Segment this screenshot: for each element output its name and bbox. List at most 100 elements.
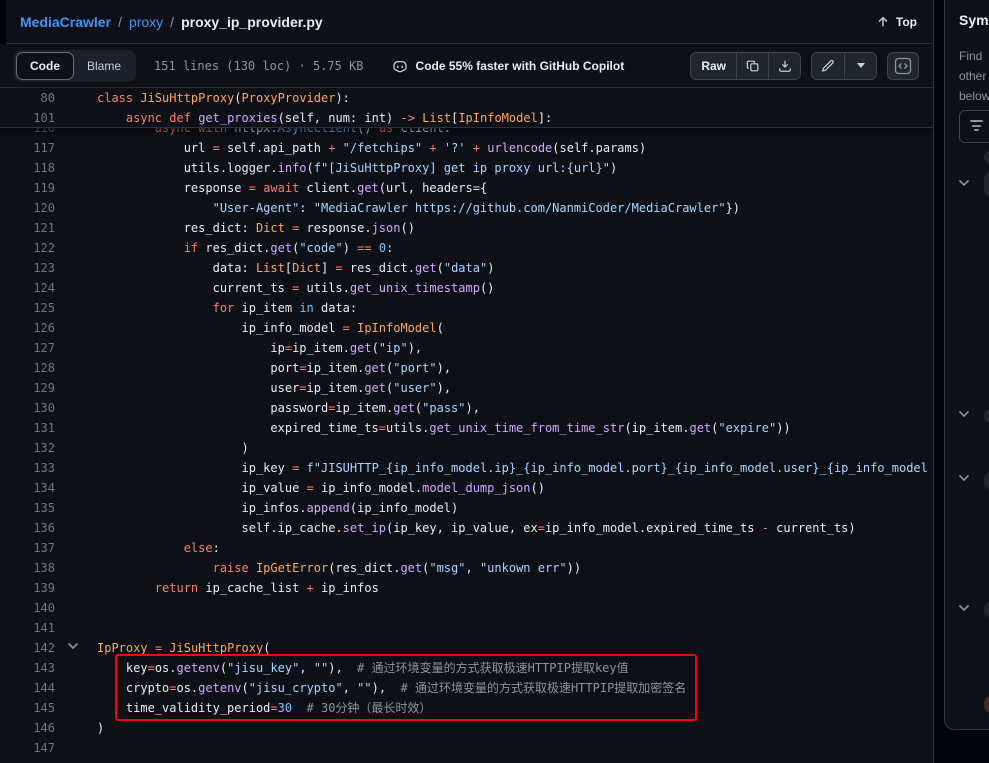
line-number[interactable]: 145 <box>0 698 55 718</box>
line-number[interactable]: 80 <box>0 88 55 108</box>
breadcrumb-folder-link[interactable]: proxy <box>129 14 163 30</box>
code-line: 125 for ip_item in data: <box>0 298 933 318</box>
fold-gutter <box>55 678 97 698</box>
symbol-item-pill[interactable] <box>984 409 989 423</box>
code-line: 132 ) <box>0 438 933 458</box>
symbols-filter-input[interactable] <box>959 110 989 143</box>
line-number[interactable]: 127 <box>0 338 55 358</box>
edit-button[interactable] <box>812 53 844 79</box>
code-line: 80class JiSuHttpProxy(ProxyProvider): <box>0 88 933 108</box>
line-number[interactable]: 143 <box>0 658 55 678</box>
code-text: expired_time_ts=utils.get_unix_time_from… <box>97 418 791 438</box>
line-number[interactable]: 131 <box>0 418 55 438</box>
download-button[interactable] <box>768 53 800 79</box>
line-number[interactable]: 117 <box>0 138 55 158</box>
fold-gutter <box>55 418 97 438</box>
line-number[interactable]: 121 <box>0 218 55 238</box>
breadcrumb-repo-link[interactable]: MediaCrawler <box>20 14 111 30</box>
symbols-desc-line: other <box>959 66 989 86</box>
code-line: 134 ip_value = ip_info_model.model_dump_… <box>0 478 933 498</box>
fold-gutter <box>55 238 97 258</box>
code-line: 119 response = await client.get(url, hea… <box>0 178 933 198</box>
line-number[interactable]: 101 <box>0 108 55 128</box>
line-number[interactable]: 146 <box>0 718 55 738</box>
line-number[interactable]: 132 <box>0 438 55 458</box>
line-number[interactable]: 138 <box>0 558 55 578</box>
copy-button[interactable] <box>736 53 768 79</box>
code-text: data: List[Dict] = res_dict.get("data") <box>97 258 494 278</box>
line-number[interactable]: 142 <box>0 638 55 658</box>
dropdown-caret-icon <box>857 63 865 68</box>
raw-button[interactable]: Raw <box>691 53 736 79</box>
file-view-panel: MediaCrawler / proxy / proxy_ip_provider… <box>0 0 934 763</box>
code-text: current_ts = utils.get_unix_timestamp() <box>97 278 494 298</box>
line-number[interactable]: 137 <box>0 538 55 558</box>
fold-gutter <box>55 298 97 318</box>
line-number[interactable]: 135 <box>0 498 55 518</box>
fold-gutter <box>55 318 97 338</box>
line-number[interactable]: 119 <box>0 178 55 198</box>
code-text: raise IpGetError(res_dict.get("msg", "un… <box>97 558 581 578</box>
line-number[interactable]: 123 <box>0 258 55 278</box>
line-number[interactable]: 134 <box>0 478 55 498</box>
line-number[interactable]: 133 <box>0 458 55 478</box>
line-number[interactable]: 147 <box>0 738 55 758</box>
symbol-item-pill[interactable] <box>984 150 989 164</box>
symbols-desc-line: Find <box>959 46 989 66</box>
chevron-down-icon[interactable] <box>958 604 970 612</box>
line-number[interactable]: 141 <box>0 618 55 638</box>
copilot-banner[interactable]: Code 55% faster with GitHub Copilot <box>392 58 625 74</box>
line-number[interactable]: 124 <box>0 278 55 298</box>
back-to-top-button[interactable]: Top <box>876 15 917 29</box>
symbol-item-pill[interactable] <box>984 696 989 713</box>
code-text: response = await client.get(url, headers… <box>97 178 487 198</box>
line-number[interactable]: 136 <box>0 518 55 538</box>
code-line: 136 self.ip_cache.set_ip(ip_key, ip_valu… <box>0 518 933 538</box>
fold-gutter <box>55 108 97 128</box>
download-icon <box>778 59 792 73</box>
line-number[interactable]: 120 <box>0 198 55 218</box>
symbol-item-pill[interactable] <box>984 171 989 197</box>
code-line: 121 res_dict: Dict = response.json() <box>0 218 933 238</box>
copilot-icon <box>392 58 408 74</box>
code-text: crypto=os.getenv("jisu_crypto", ""), # 通… <box>97 678 686 698</box>
tab-code[interactable]: Code <box>16 52 74 80</box>
symbols-heading: Sym <box>959 12 989 28</box>
line-number[interactable]: 144 <box>0 678 55 698</box>
code-line: 126 ip_info_model = IpInfoModel( <box>0 318 933 338</box>
edit-dropdown-button[interactable] <box>844 53 876 79</box>
code-line: 142IpProxy = JiSuHttpProxy( <box>0 638 933 658</box>
fold-gutter <box>55 518 97 538</box>
fold-gutter <box>55 738 97 758</box>
line-number[interactable]: 140 <box>0 598 55 618</box>
chevron-down-icon[interactable] <box>958 179 970 187</box>
fold-gutter <box>55 598 97 618</box>
line-number[interactable]: 126 <box>0 318 55 338</box>
code-line: 135 ip_infos.append(ip_info_model) <box>0 498 933 518</box>
tab-blame[interactable]: Blame <box>74 52 134 80</box>
symbol-item-pill[interactable] <box>984 472 989 490</box>
line-number[interactable]: 139 <box>0 578 55 598</box>
fold-chevron-icon[interactable] <box>55 638 97 658</box>
code-line: 129 user=ip_item.get("user"), <box>0 378 933 398</box>
line-number[interactable]: 130 <box>0 398 55 418</box>
code-line: 117 url = self.api_path + "/fetchips" + … <box>0 138 933 158</box>
symbols-toggle-button[interactable] <box>887 52 919 80</box>
breadcrumb-bar: MediaCrawler / proxy / proxy_ip_provider… <box>0 0 933 44</box>
code-line: 137 else: <box>0 538 933 558</box>
code-text: ) <box>97 438 249 458</box>
line-number[interactable]: 128 <box>0 358 55 378</box>
filter-icon <box>970 120 983 134</box>
fold-gutter <box>55 178 97 198</box>
fold-gutter <box>55 498 97 518</box>
line-number[interactable]: 118 <box>0 158 55 178</box>
chevron-down-icon[interactable] <box>958 410 970 418</box>
chevron-down-icon[interactable] <box>958 474 970 482</box>
back-to-top-label: Top <box>896 15 917 29</box>
edit-group <box>811 52 877 80</box>
line-number[interactable]: 129 <box>0 378 55 398</box>
code-text: ip=ip_item.get("ip"), <box>97 338 422 358</box>
line-number[interactable]: 125 <box>0 298 55 318</box>
line-number[interactable]: 122 <box>0 238 55 258</box>
symbol-item-pill[interactable] <box>984 602 989 618</box>
